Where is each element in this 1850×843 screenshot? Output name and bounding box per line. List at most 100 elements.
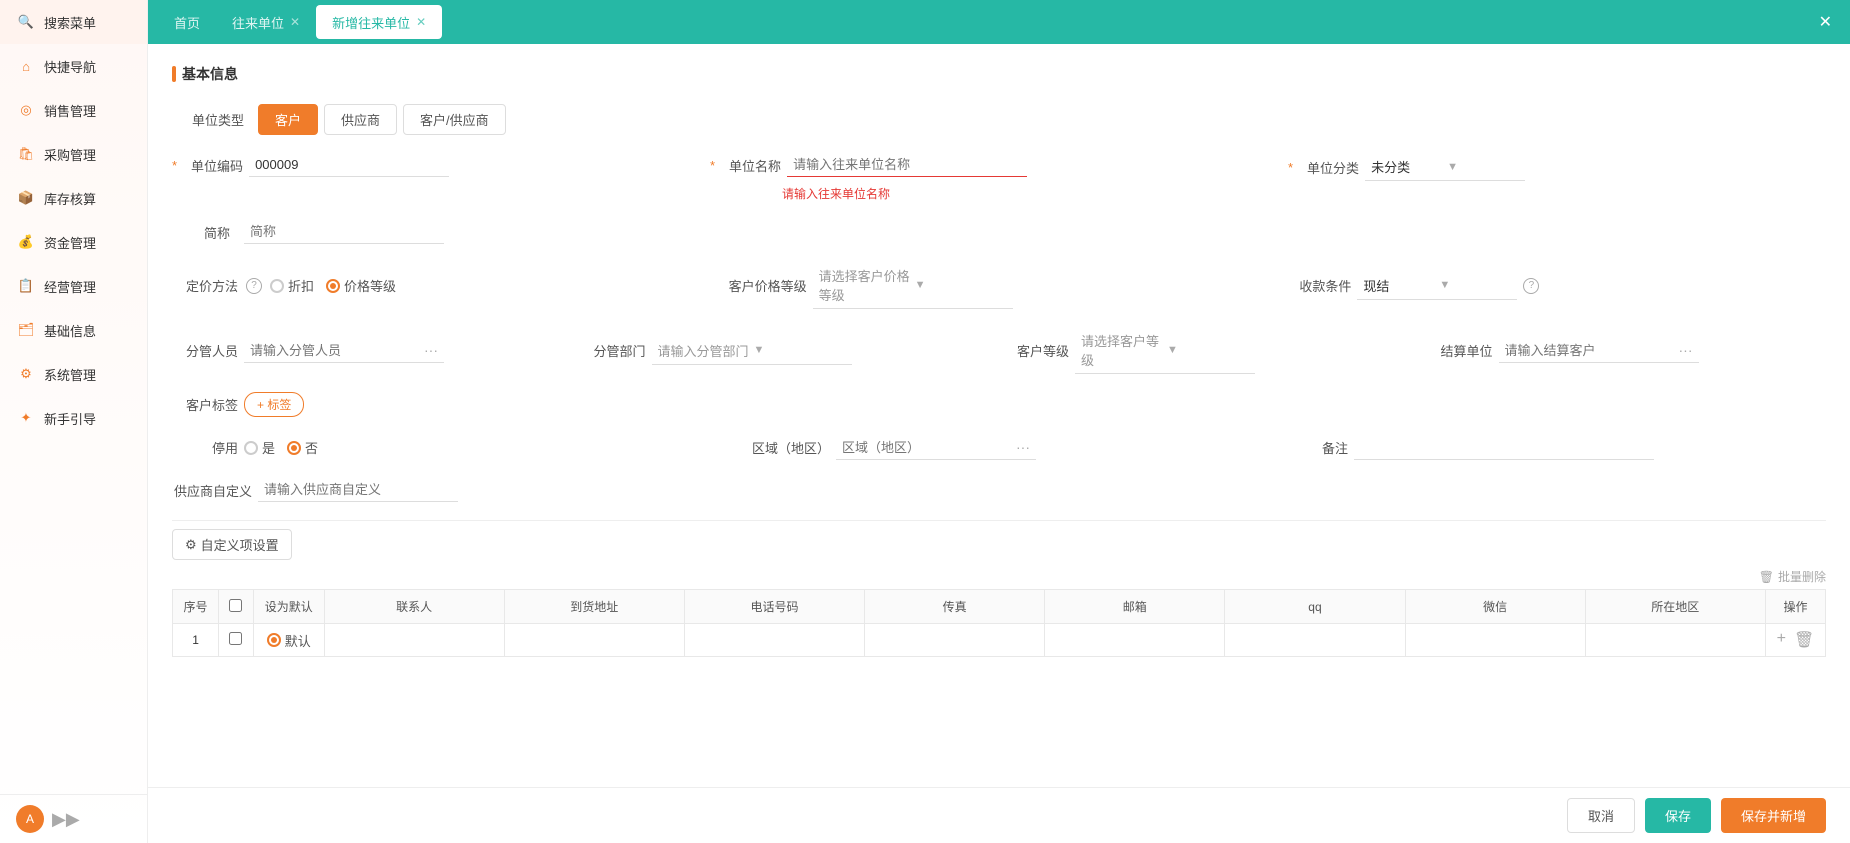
- unit-type-label: 单位类型: [172, 110, 252, 129]
- sidebar-item-basic[interactable]: 🗂 基础信息: [0, 308, 147, 352]
- supplier-custom-label: 供应商自定义: [172, 481, 252, 500]
- payment-terms-info-icon[interactable]: ?: [1523, 278, 1539, 294]
- region-input[interactable]: [842, 440, 1016, 455]
- settlement-unit-dots-button[interactable]: ···: [1679, 342, 1693, 358]
- pricing-level-option[interactable]: 价格等级: [326, 276, 396, 295]
- operations-icon: 📋: [16, 276, 36, 296]
- sidebar-item-label: 新手引导: [44, 409, 96, 428]
- save-button[interactable]: 保存: [1645, 798, 1711, 833]
- delete-row-button[interactable]: 🗑: [1794, 630, 1814, 650]
- cell-phone[interactable]: [684, 624, 864, 657]
- add-tag-button[interactable]: + 标签: [244, 392, 304, 417]
- cell-email[interactable]: [1045, 624, 1225, 657]
- disabled-no-option[interactable]: 否: [287, 438, 318, 457]
- search-icon: 🔍: [16, 12, 36, 32]
- cell-contact[interactable]: [324, 624, 504, 657]
- customer-level-placeholder: 请选择客户等级: [1081, 331, 1163, 369]
- btn-both[interactable]: 客户/供应商: [403, 104, 506, 135]
- pricing-discount-option[interactable]: 折扣: [270, 276, 314, 295]
- customer-tags-label: 客户标签: [172, 395, 238, 414]
- sidebar-item-label: 库存核算: [44, 189, 96, 208]
- sidebar-expand-icon[interactable]: ▶▶: [52, 809, 80, 830]
- tab-partners[interactable]: 往来单位 ✕: [216, 5, 316, 39]
- sidebar-item-system[interactable]: ⚙ 系统管理: [0, 352, 147, 396]
- supplier-custom-input[interactable]: [258, 478, 458, 502]
- cell-location[interactable]: [1585, 624, 1765, 657]
- row-checkbox[interactable]: [229, 632, 242, 645]
- phone-input[interactable]: [695, 633, 854, 647]
- location-input[interactable]: [1596, 633, 1755, 647]
- system-icon: ⚙: [16, 364, 36, 384]
- contact-input[interactable]: [335, 633, 494, 647]
- sidebar-item-finance[interactable]: 💰 资金管理: [0, 220, 147, 264]
- manager-input[interactable]: [250, 343, 424, 358]
- col-checkbox[interactable]: [219, 590, 254, 624]
- tab-home[interactable]: 首页: [158, 5, 216, 39]
- department-select[interactable]: 请输入分管部门 ▼: [652, 337, 852, 365]
- cell-address[interactable]: [504, 624, 684, 657]
- cell-fax[interactable]: [865, 624, 1045, 657]
- bulk-delete-button[interactable]: 🗑 批量删除: [1759, 568, 1826, 585]
- sidebar-item-quick-nav[interactable]: ⌂ 快捷导航: [0, 44, 147, 88]
- col-action: 操作: [1765, 590, 1825, 624]
- sidebar-item-purchase[interactable]: 🛍 采购管理: [0, 132, 147, 176]
- pricing-info-icon[interactable]: ?: [246, 278, 262, 294]
- unit-category-label: 单位分类: [1299, 158, 1359, 177]
- add-row-button[interactable]: +: [1777, 630, 1786, 650]
- unit-category-field: * 单位分类 未分类 ▼: [1288, 153, 1826, 181]
- disabled-yes-option[interactable]: 是: [244, 438, 275, 457]
- section-icon-bar: [172, 66, 176, 82]
- unit-name-input[interactable]: [787, 153, 1027, 177]
- unit-code-input[interactable]: [249, 153, 449, 177]
- payment-terms-select[interactable]: 现结 ▼: [1357, 272, 1517, 300]
- region-dots-button[interactable]: ···: [1016, 439, 1030, 455]
- cell-wechat[interactable]: [1405, 624, 1585, 657]
- remark-input[interactable]: [1354, 436, 1654, 460]
- customer-price-level-select[interactable]: 请选择客户价格等级 ▼: [813, 262, 1013, 309]
- cell-default[interactable]: 默认: [253, 624, 324, 657]
- customer-price-level-label: 客户价格等级: [727, 276, 807, 295]
- default-radio-item[interactable]: 默认: [264, 631, 314, 650]
- col-contact: 联系人: [324, 590, 504, 624]
- customer-level-label: 客户等级: [1009, 341, 1069, 360]
- email-input[interactable]: [1055, 633, 1214, 647]
- region-field: 区域（地区） ···: [750, 435, 1268, 460]
- btn-supplier[interactable]: 供应商: [324, 104, 397, 135]
- cancel-button[interactable]: 取消: [1567, 798, 1635, 833]
- btn-customer[interactable]: 客户: [258, 104, 318, 135]
- save-new-button[interactable]: 保存并新增: [1721, 798, 1826, 833]
- sidebar-item-guide[interactable]: ✦ 新手引导: [0, 396, 147, 440]
- manager-dots-button[interactable]: ···: [424, 342, 438, 358]
- sidebar-item-sales[interactable]: ◎ 销售管理: [0, 88, 147, 132]
- customize-settings-button[interactable]: ⚙ 自定义项设置: [172, 529, 292, 560]
- unit-category-select[interactable]: 未分类 ▼: [1365, 153, 1525, 181]
- tab-new-partner-close[interactable]: ✕: [416, 15, 426, 29]
- cell-checkbox[interactable]: [219, 624, 254, 657]
- abbreviation-input[interactable]: [244, 220, 444, 244]
- sidebar-item-operations[interactable]: 📋 经营管理: [0, 264, 147, 308]
- chevron-down-icon: ▼: [1439, 279, 1511, 291]
- tab-partners-close[interactable]: ✕: [290, 15, 300, 29]
- tab-bar: 首页 往来单位 ✕ 新增往来单位 ✕ ✕: [148, 0, 1850, 44]
- no-radio-circle: [287, 441, 301, 455]
- select-all-checkbox[interactable]: [229, 599, 242, 612]
- contact-table: 序号 设为默认 联系人 到货地址 电话号码 传真 邮箱 qq 微信 所在地区 操…: [172, 589, 1826, 657]
- cell-qq[interactable]: [1225, 624, 1405, 657]
- code-name-category-row: * 单位编码 * 单位名称 请输入往来单位名称 * 单位分类 未分类 ▼: [172, 153, 1826, 202]
- customer-level-select[interactable]: 请选择客户等级 ▼: [1075, 327, 1255, 374]
- finance-icon: 💰: [16, 232, 36, 252]
- payment-terms-value: 现结: [1363, 276, 1435, 295]
- sidebar-item-label: 快捷导航: [44, 57, 96, 76]
- fax-input[interactable]: [875, 633, 1034, 647]
- col-email: 邮箱: [1045, 590, 1225, 624]
- tab-new-partner[interactable]: 新增往来单位 ✕: [316, 5, 442, 39]
- bulk-delete-area: 🗑 批量删除: [172, 568, 1826, 585]
- main-close-button[interactable]: ✕: [1811, 12, 1840, 32]
- sidebar-item-inventory[interactable]: 📦 库存核算: [0, 176, 147, 220]
- sidebar-item-search[interactable]: 🔍 搜索菜单: [0, 0, 147, 44]
- address-input[interactable]: [515, 633, 674, 647]
- settlement-unit-input[interactable]: [1505, 343, 1679, 358]
- wechat-input[interactable]: [1416, 633, 1575, 647]
- abbreviation-field: 简称: [172, 220, 1826, 244]
- qq-input[interactable]: [1235, 633, 1394, 647]
